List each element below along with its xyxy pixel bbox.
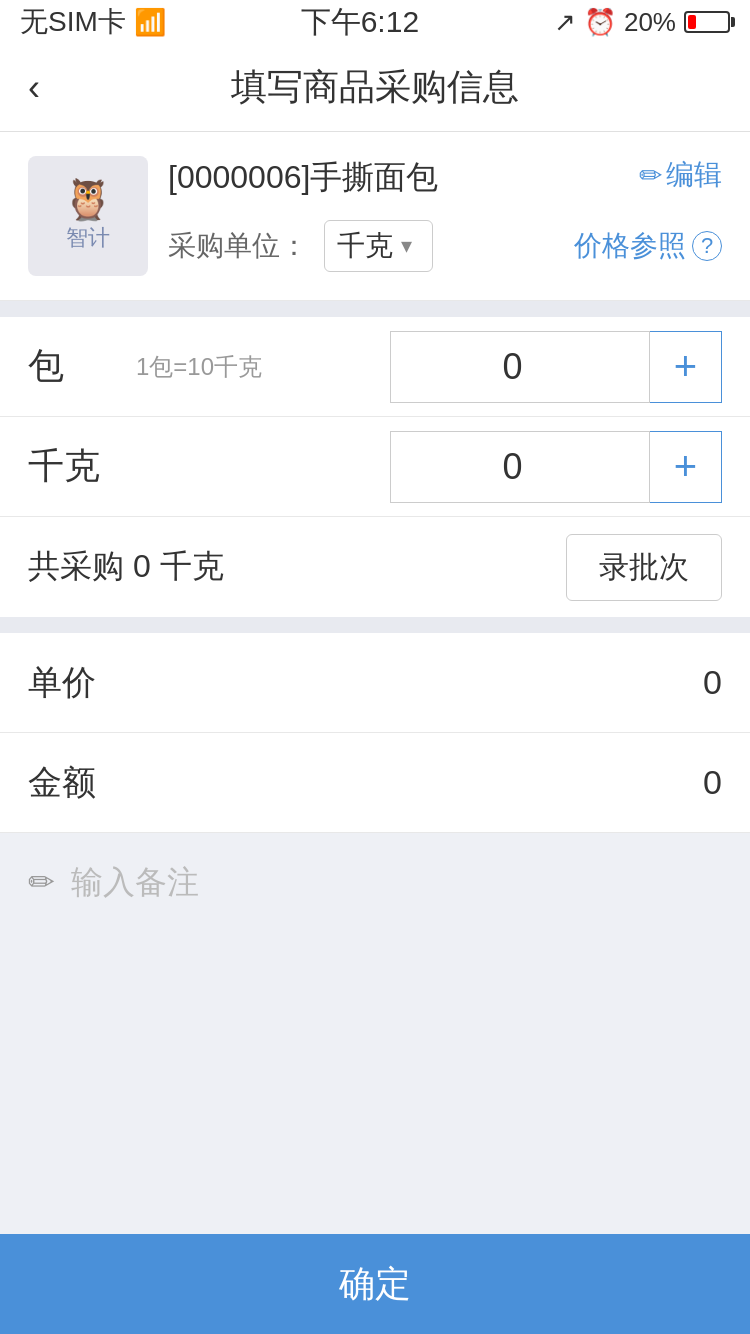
status-left: 无SIM卡 📶 [20, 3, 166, 41]
price-ref-help-icon: ? [692, 231, 722, 261]
product-card: 🦉 智计 [0000006]手撕面包 ✏ 编辑 采购单位： 千克 ▾ 价格参照 … [0, 132, 750, 301]
unit-price-row: 单价 0 [0, 633, 750, 733]
bag-plus-button[interactable]: + [650, 331, 722, 403]
bag-sublabel: 1包=10千克 [136, 351, 390, 383]
confirm-label: 确定 [339, 1260, 411, 1309]
unit-dropdown-arrow: ▾ [401, 233, 412, 259]
bag-input-wrapper: + [390, 331, 722, 403]
price-ref-label: 价格参照 [574, 227, 686, 265]
carrier-text: 无SIM卡 [20, 3, 126, 41]
section-divider-1 [0, 301, 750, 317]
unit-label: 采购单位： [168, 227, 308, 265]
bag-quantity-row: 包 1包=10千克 + [0, 317, 750, 417]
section-divider-2 [0, 617, 750, 633]
kg-plus-button[interactable]: + [650, 431, 722, 503]
battery-percent: 20% [624, 7, 676, 38]
back-button[interactable]: ‹ [28, 67, 40, 109]
unit-price-label: 单价 [28, 660, 96, 706]
unit-value: 千克 [337, 227, 393, 265]
time-display: 下午6:12 [301, 2, 419, 43]
product-info: [0000006]手撕面包 ✏ 编辑 采购单位： 千克 ▾ 价格参照 ? [168, 156, 722, 272]
kg-quantity-input[interactable] [390, 431, 650, 503]
bag-label: 包 [28, 342, 128, 391]
price-ref-button[interactable]: 价格参照 ? [574, 227, 722, 265]
alarm-icon: ⏰ [584, 7, 616, 38]
status-right: ↗ ⏰ 20% [554, 7, 730, 38]
product-image: 🦉 智计 [28, 156, 148, 276]
kg-quantity-row: 千克 + [0, 417, 750, 517]
edit-icon: ✏ [639, 159, 662, 192]
edit-button[interactable]: ✏ 编辑 [639, 156, 722, 194]
unit-price-value: 0 [703, 663, 722, 702]
product-id: [0000006] [168, 159, 310, 195]
product-name-text: 手撕面包 [310, 159, 438, 195]
edit-label: 编辑 [666, 156, 722, 194]
note-placeholder-text: 输入备注 [71, 861, 199, 905]
unit-select[interactable]: 千克 ▾ [324, 220, 433, 272]
confirm-button[interactable]: 确定 [0, 1234, 750, 1334]
total-row: 共采购 0 千克 录批次 [0, 517, 750, 617]
amount-value: 0 [703, 763, 722, 802]
product-logo-icon: 🦉 [63, 179, 113, 219]
batch-record-button[interactable]: 录批次 [566, 534, 722, 601]
product-name: [0000006]手撕面包 [168, 156, 639, 200]
kg-input-wrapper: + [390, 431, 722, 503]
bag-quantity-input[interactable] [390, 331, 650, 403]
pencil-icon: ✏ [28, 863, 55, 901]
product-unit-row: 采购单位： 千克 ▾ 价格参照 ? [168, 220, 722, 272]
amount-row: 金额 0 [0, 733, 750, 833]
wifi-icon: 📶 [134, 7, 166, 38]
note-area[interactable]: ✏ 输入备注 [0, 833, 750, 973]
location-icon: ↗ [554, 7, 576, 38]
battery-icon [684, 11, 730, 33]
nav-bar: ‹ 填写商品采购信息 [0, 44, 750, 132]
amount-label: 金额 [28, 760, 96, 806]
product-header: [0000006]手撕面包 ✏ 编辑 [168, 156, 722, 200]
price-section: 单价 0 金额 0 [0, 633, 750, 833]
kg-label: 千克 [28, 442, 128, 491]
status-bar: 无SIM卡 📶 下午6:12 ↗ ⏰ 20% [0, 0, 750, 44]
page-title: 填写商品采购信息 [231, 63, 519, 112]
input-section: 包 1包=10千克 + 千克 + [0, 317, 750, 517]
product-logo-text: 智计 [66, 223, 110, 253]
total-label: 共采购 0 千克 [28, 545, 224, 589]
